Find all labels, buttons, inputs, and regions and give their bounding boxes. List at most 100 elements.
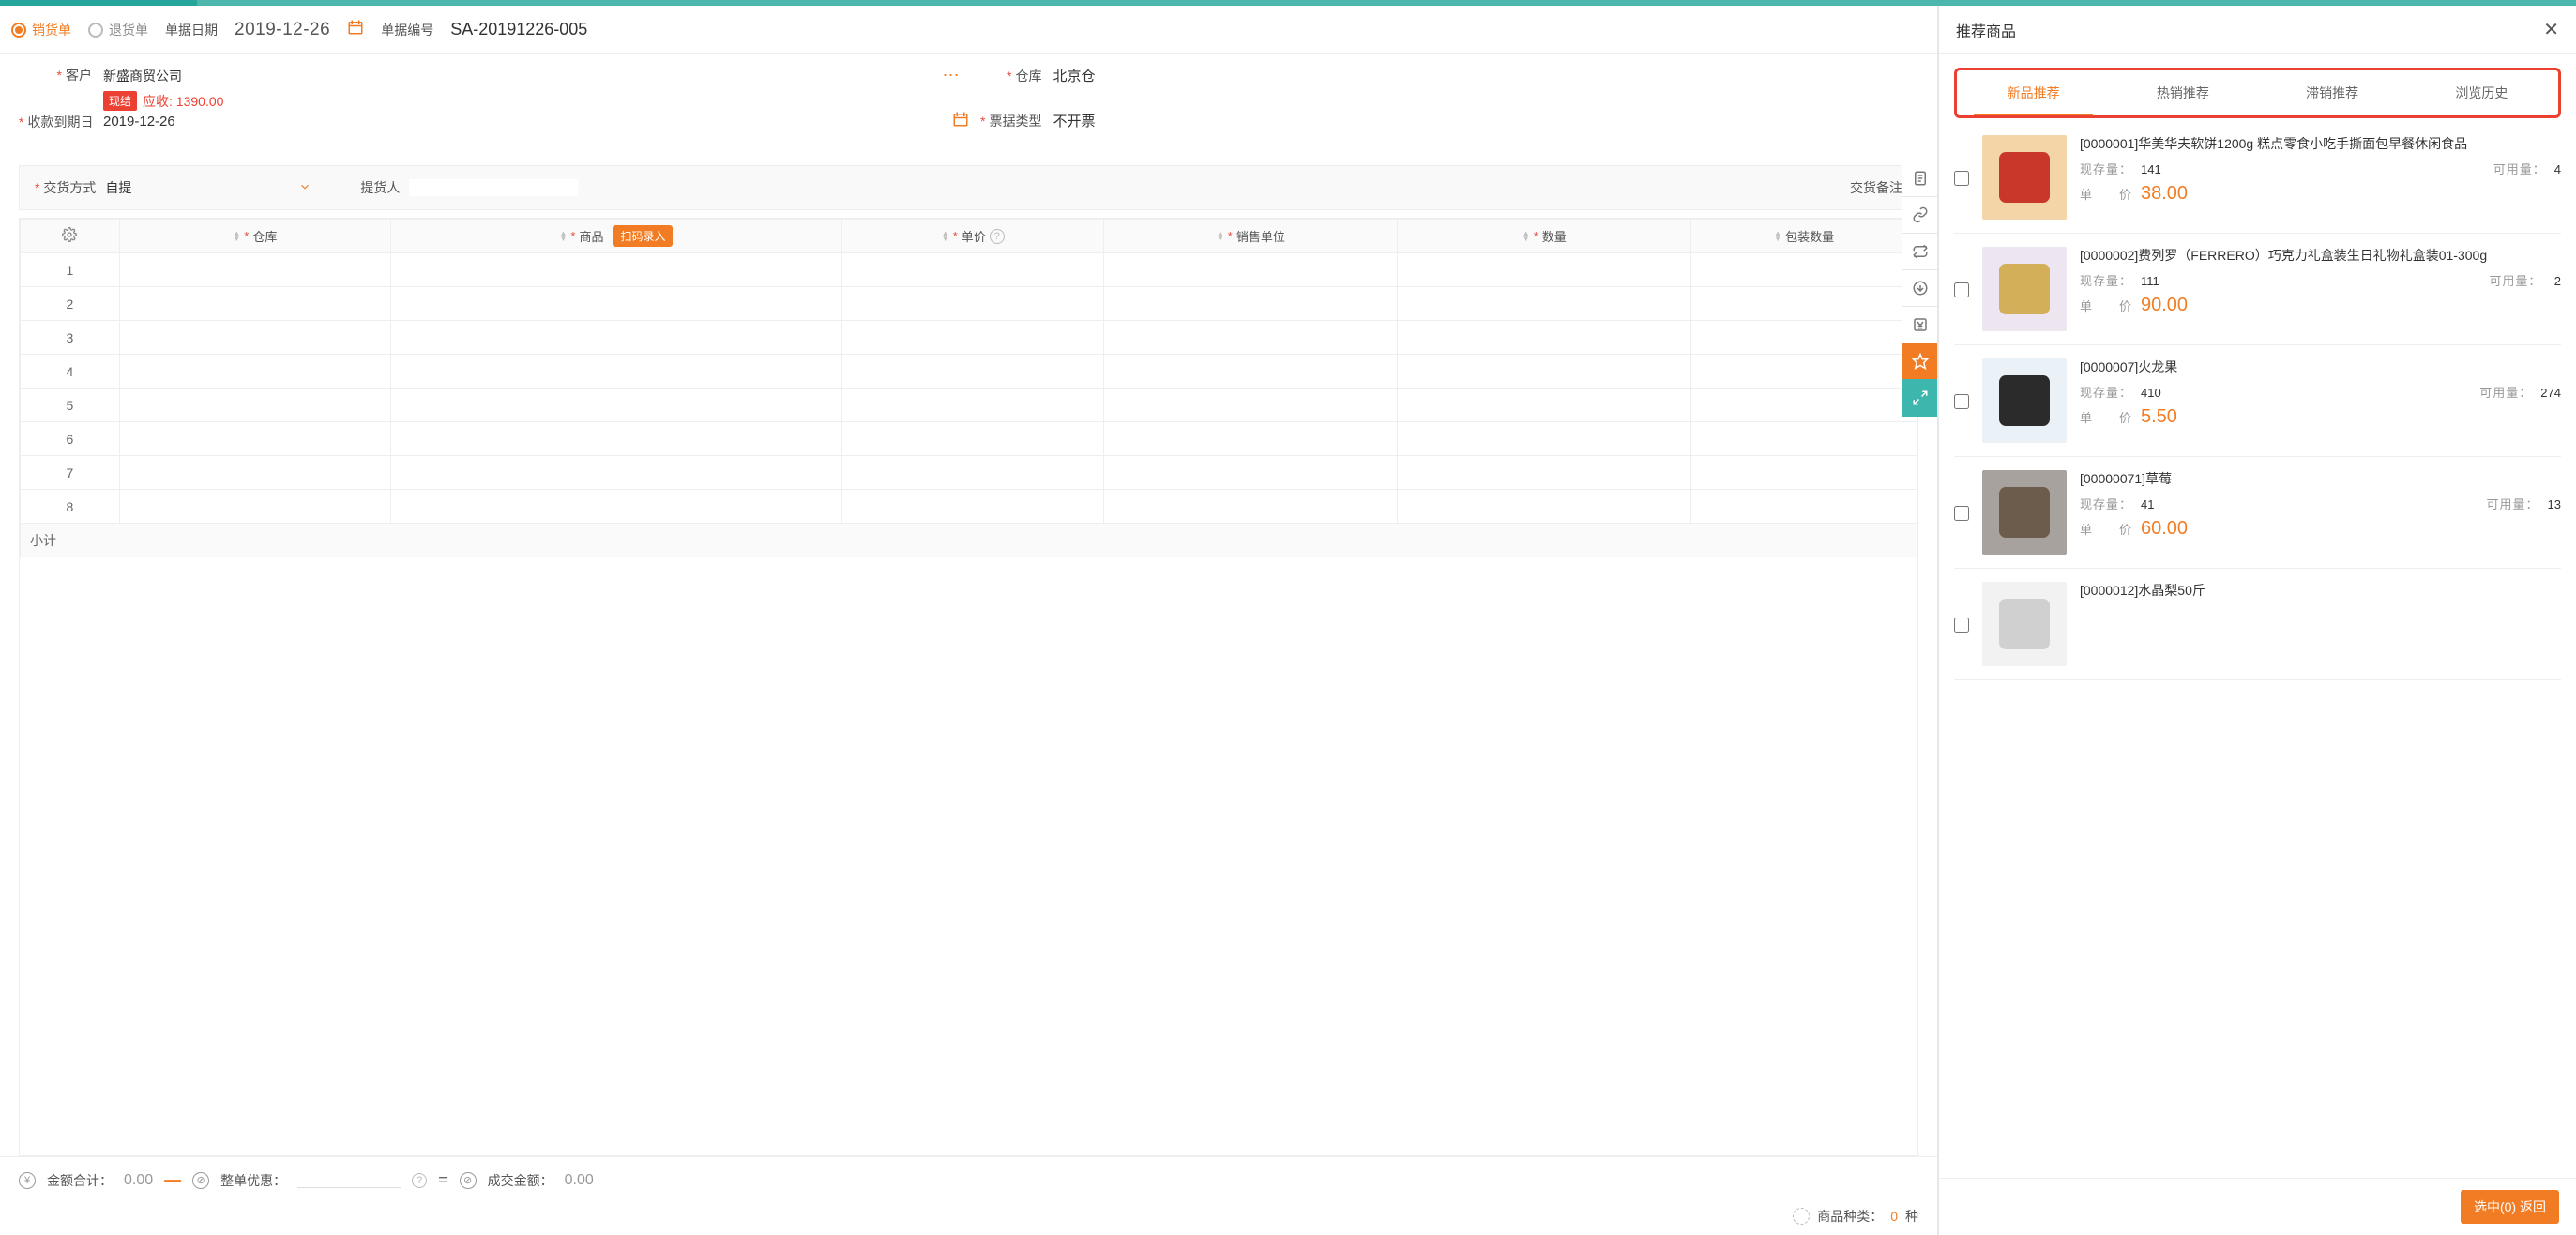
stock-value: 410 (2141, 386, 2161, 400)
stock-value: 141 (2141, 162, 2161, 176)
doc-number-value: SA-20191226-005 (450, 20, 587, 39)
product-thumbnail (1982, 358, 2067, 443)
product-name: [00000071]草莓 (2080, 470, 2561, 489)
chevron-down-icon (298, 180, 311, 196)
scan-button[interactable]: 扫码录入 (613, 225, 673, 247)
recommend-product-list: [0000001]华美华夫软饼1200g 糕点零食小吃手撕面包早餐休闲食品现存量… (1939, 118, 2576, 1178)
col-pack-qty[interactable]: ▲▼包装数量 (1691, 220, 1917, 253)
tool-star-icon[interactable] (1902, 343, 1937, 380)
col-product[interactable]: ▲▼*商品扫码录入 (390, 220, 841, 253)
product-name: [0000007]火龙果 (2080, 358, 2561, 377)
info-icon[interactable]: ? (990, 229, 1005, 244)
recommend-tab[interactable]: 滞销推荐 (2258, 72, 2407, 114)
recommend-tab[interactable]: 新品推荐 (1959, 72, 2108, 114)
stock-value: 111 (2141, 274, 2159, 288)
warehouse-label: *仓库 (969, 67, 1053, 85)
available-label: 可用量： (2493, 160, 2545, 177)
tool-link-icon[interactable] (1902, 196, 1937, 234)
warehouse-value[interactable]: 北京仓 (1053, 66, 1096, 85)
pickup-person-label: 提货人 (360, 178, 400, 197)
price-label: 单价 (2080, 520, 2131, 538)
deal-amount-value: 0.00 (565, 1172, 594, 1189)
price-value: 90.00 (2141, 295, 2188, 315)
info-icon[interactable]: ? (412, 1173, 427, 1188)
amount-total-label: 金额合计： (47, 1171, 113, 1190)
available-label: 可用量： (2489, 271, 2540, 289)
product-types-summary: 商品种类： 0 种 (0, 1203, 1937, 1235)
currency-icon: ¥ (19, 1172, 36, 1189)
table-row[interactable]: 2 (21, 287, 1917, 321)
col-warehouse[interactable]: ▲▼*仓库 (119, 220, 390, 253)
close-icon[interactable]: ✕ (2543, 18, 2559, 41)
calendar-icon[interactable] (347, 19, 364, 40)
table-row[interactable]: 4 (21, 355, 1917, 389)
price-label: 单价 (2080, 185, 2131, 203)
due-date-value[interactable]: 2019-12-26 (103, 114, 175, 130)
product-checkbox[interactable] (1954, 506, 1969, 521)
product-checkbox[interactable] (1954, 282, 1969, 297)
table-row[interactable]: 6 (21, 422, 1917, 456)
receivable-info: 应收: 1390.00 (143, 92, 223, 111)
tool-currency-icon[interactable] (1902, 306, 1937, 343)
doc-type-radio-group: 销货单 退货单 (11, 21, 148, 39)
pickup-person-input[interactable] (409, 179, 578, 196)
delivery-method-label: * 交货方式 (35, 178, 96, 197)
available-value: 13 (2548, 497, 2561, 511)
selected-return-button[interactable]: 选中(0) 返回 (2461, 1190, 2559, 1224)
settle-badge: 现结 (103, 91, 137, 111)
doc-date-value[interactable]: 2019-12-26 (235, 20, 330, 40)
col-price[interactable]: ▲▼*单价? (842, 220, 1104, 253)
gear-icon[interactable] (62, 227, 77, 245)
recommend-product-item: [00000071]草莓现存量：41可用量：13单价60.00 (1954, 457, 2561, 569)
table-row[interactable]: 7 (21, 456, 1917, 490)
deal-icon: ⊘ (460, 1172, 477, 1189)
radio-return-order[interactable]: 退货单 (88, 21, 148, 39)
delivery-method-select[interactable]: 自提 (105, 178, 311, 197)
price-value: 60.00 (2141, 518, 2188, 539)
radio-sales-order[interactable]: 销货单 (11, 21, 71, 39)
customer-value[interactable]: 新盛商贸公司 (103, 67, 182, 85)
tool-refresh-icon[interactable] (1902, 233, 1937, 270)
table-row[interactable]: 8 (21, 490, 1917, 524)
discount-input[interactable] (297, 1173, 401, 1188)
due-date-label: *收款到期日 (19, 113, 103, 131)
col-quantity[interactable]: ▲▼*数量 (1398, 220, 1691, 253)
product-thumbnail (1982, 470, 2067, 555)
radio-icon (11, 23, 26, 38)
invoice-type-value[interactable]: 不开票 (1053, 111, 1096, 130)
tool-discount-icon[interactable] (1902, 269, 1937, 307)
delivery-note-label: 交货备注 (1850, 178, 1902, 197)
recommend-title: 推荐商品 (1956, 19, 2016, 41)
radio-label: 退货单 (109, 21, 148, 39)
tool-expand-icon[interactable] (1902, 379, 1937, 417)
product-thumbnail (1982, 135, 2067, 220)
col-sales-unit[interactable]: ▲▼*销售单位 (1104, 220, 1398, 253)
product-checkbox[interactable] (1954, 394, 1969, 409)
customer-select-button[interactable]: ⋯ (943, 66, 962, 85)
recommend-product-item: [0000002]费列罗（FERRERO）巧克力礼盒装生日礼物礼盒装01-300… (1954, 234, 2561, 345)
product-name: [0000001]华美华夫软饼1200g 糕点零食小吃手撕面包早餐休闲食品 (2080, 135, 2561, 154)
product-types-value: 0 (1890, 1209, 1898, 1224)
side-toolbar (1902, 160, 1937, 416)
table-row[interactable]: 3 (21, 321, 1917, 355)
radio-label: 销货单 (32, 21, 71, 39)
table-row[interactable]: 1 (21, 253, 1917, 287)
stock-label: 现存量： (2080, 495, 2131, 512)
document-header: 销货单 退货单 单据日期 2019-12-26 单据编号 SA-20191226… (0, 6, 1937, 54)
product-checkbox[interactable] (1954, 618, 1969, 633)
product-name: [0000012]水晶梨50斤 (2080, 582, 2561, 601)
totals-bar: ¥ 金额合计： 0.00 — ⊘ 整单优惠： ? = ⊘ 成交金额： 0.00 (0, 1156, 1937, 1203)
recommend-tab[interactable]: 浏览历史 (2407, 72, 2556, 114)
available-value: 4 (2554, 162, 2561, 176)
radio-icon (88, 23, 103, 38)
product-checkbox[interactable] (1954, 171, 1969, 186)
stock-label: 现存量： (2080, 383, 2131, 401)
table-row[interactable]: 5 (21, 389, 1917, 422)
tool-note-icon[interactable] (1902, 160, 1937, 197)
summary-icon (1793, 1208, 1810, 1225)
stock-label: 现存量： (2080, 160, 2131, 177)
calendar-icon[interactable] (952, 111, 969, 132)
recommend-tab[interactable]: 热销推荐 (2108, 72, 2257, 114)
deal-amount-label: 成交金额： (488, 1171, 553, 1190)
minus-icon: — (164, 1170, 181, 1190)
